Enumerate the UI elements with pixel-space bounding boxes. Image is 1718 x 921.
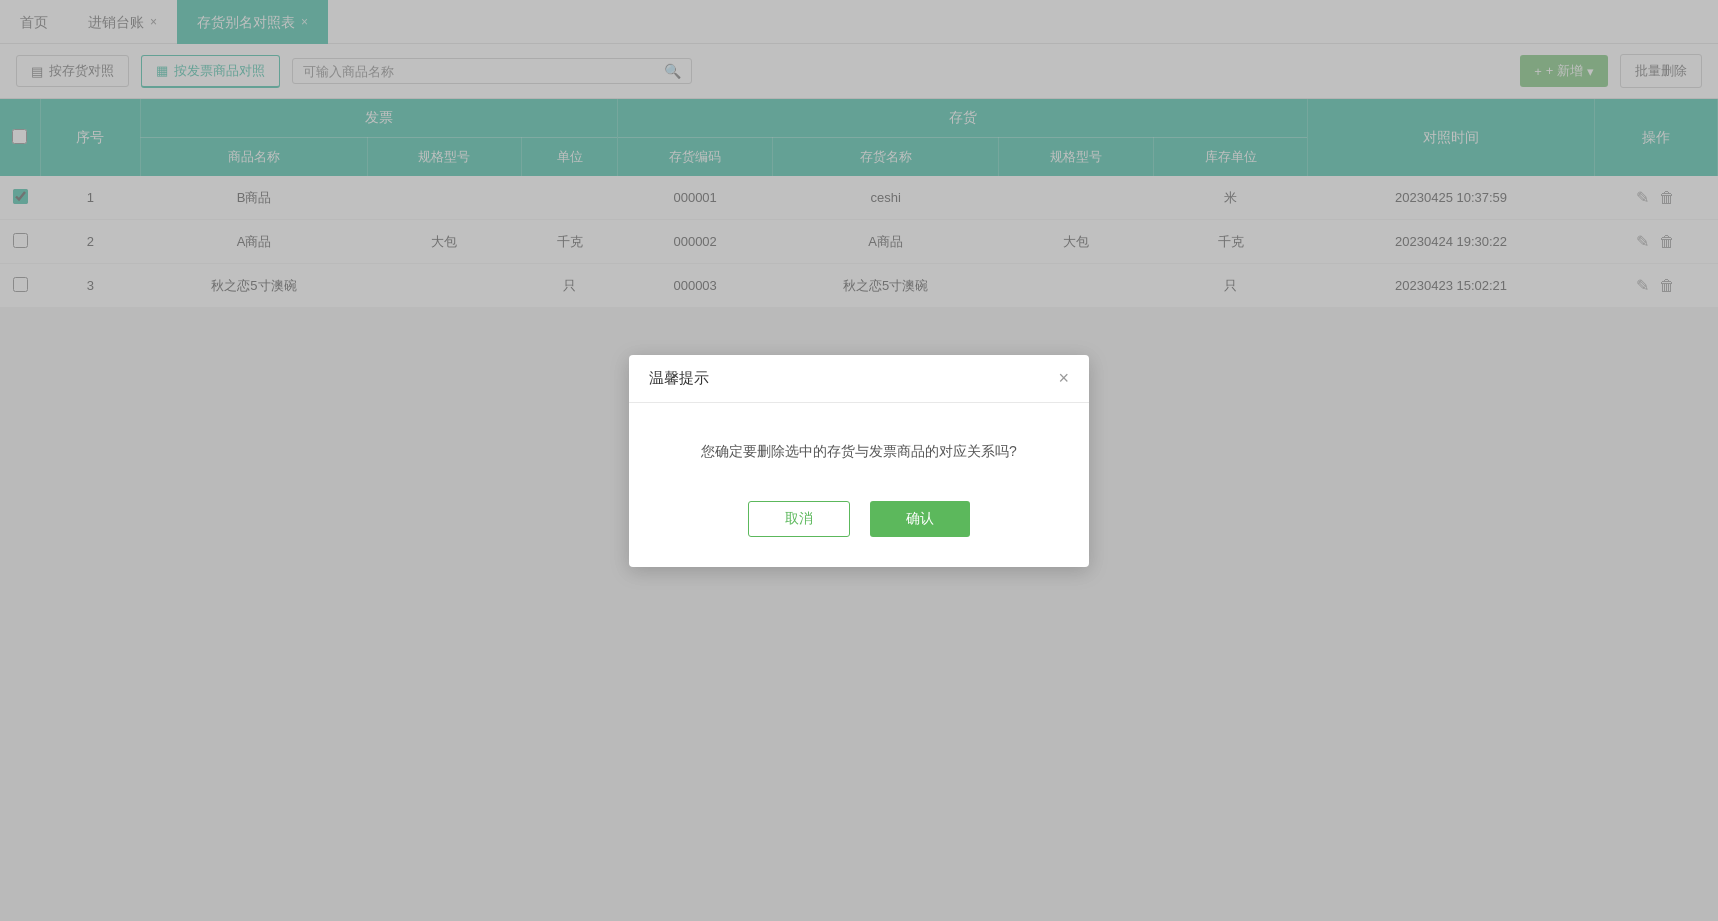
overlay: 温馨提示 × 您确定要删除选中的存货与发票商品的对应关系吗? 取消 确认	[0, 0, 1718, 308]
